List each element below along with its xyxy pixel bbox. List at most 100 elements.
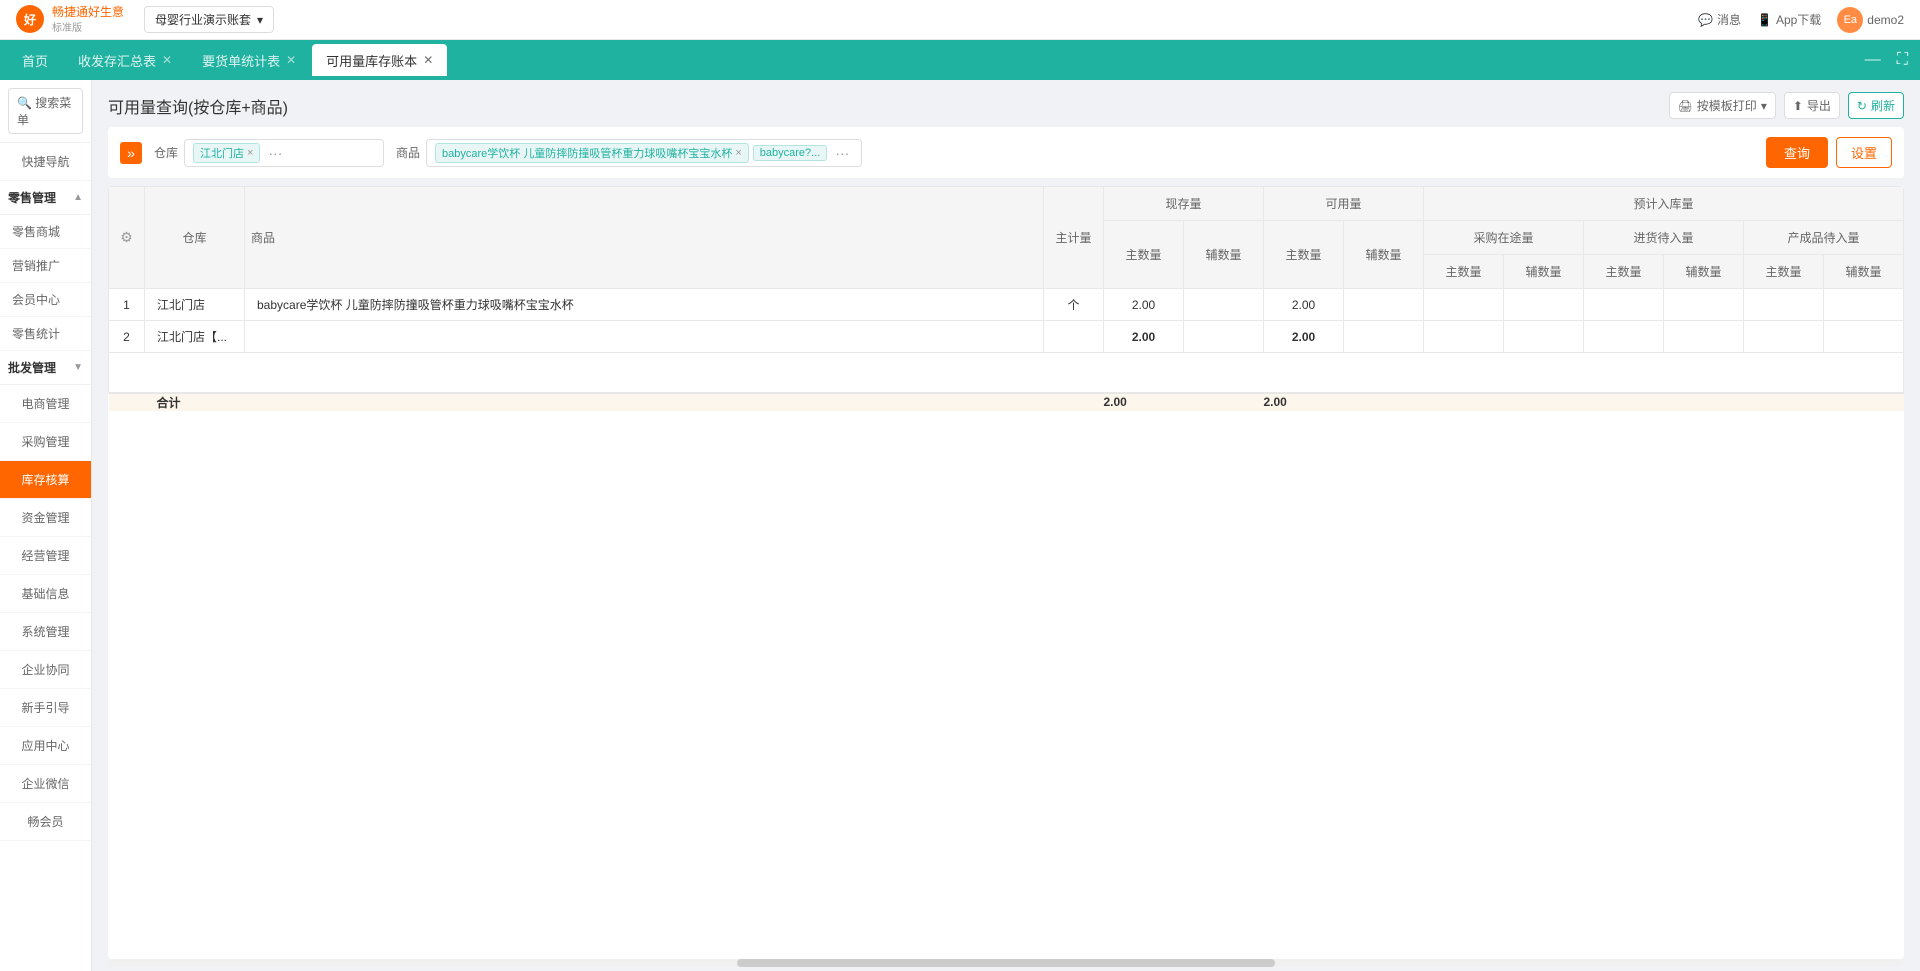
settings-button[interactable]: 设置 <box>1836 137 1892 168</box>
sidebar-item-quick-nav[interactable]: 快捷导航 <box>0 143 91 181</box>
page-actions: 🖨 按模板打印 ▾ ⬆ 导出 ↻ 刷新 <box>1669 92 1904 119</box>
th-avail-main-qty-label: 主数量 <box>1285 248 1321 262</box>
sidebar-item-ops-mgmt-label: 经营管理 <box>21 549 69 563</box>
scrollbar-thumb[interactable] <box>737 959 1276 967</box>
main-layout: 🔍 搜索菜单 快捷导航 零售管理 ▲ 零售商城 营销推广 会员中心 零售统计 批… <box>0 80 1920 971</box>
table-footer-row: 合计 2.00 2.00 <box>109 393 1904 411</box>
tab-home[interactable]: 首页 <box>8 44 62 76</box>
sidebar-item-finance-mgmt[interactable]: 资金管理 <box>0 499 91 537</box>
td-footer-stock-main: 2.00 <box>1104 393 1184 411</box>
logo-icon: 好 <box>16 5 44 33</box>
th-inbound-aux-qty-label: 辅数量 <box>1685 265 1721 279</box>
logo-sub: 标准版 <box>52 19 124 34</box>
sidebar-item-finance-mgmt-label: 资金管理 <box>21 511 69 525</box>
sidebar-item-wholesale-mgmt[interactable]: 批发管理 ▼ <box>0 351 91 385</box>
th-planned-inbound: 预计入库量 <box>1424 187 1904 221</box>
td-avail-aux-1 <box>1344 289 1424 321</box>
td-purchase-main-2 <box>1424 321 1504 353</box>
th-purchase-in-transit-label: 采购在途量 <box>1473 231 1533 245</box>
sidebar-item-basic-info[interactable]: 基础信息 <box>0 575 91 613</box>
sidebar-item-retail-mgmt[interactable]: 零售管理 ▲ <box>0 181 91 215</box>
tab-available-inventory[interactable]: 可用量库存账本 ✕ <box>312 44 447 76</box>
td-inbound-aux-2 <box>1664 321 1744 353</box>
warehouse-filter-dots[interactable]: ··· <box>264 145 286 161</box>
refresh-icon: ↻ <box>1857 99 1867 113</box>
sidebar-item-member-label: 畅会员 <box>27 815 63 829</box>
query-button[interactable]: 查询 <box>1766 137 1828 168</box>
print-icon: 🖨 <box>1678 99 1693 113</box>
th-setting: ⚙ <box>109 187 145 289</box>
industry-select[interactable]: 母婴行业演示账套 ▾ <box>144 6 274 33</box>
th-avail-aux-qty-label: 辅数量 <box>1365 248 1401 262</box>
tab-order-summary[interactable]: 要货单统计表 ✕ <box>188 44 310 76</box>
sidebar-item-inventory-check[interactable]: 库存核算 <box>0 461 91 499</box>
product-tag-babycare-close[interactable]: × <box>735 147 741 159</box>
sidebar-item-retail-mall[interactable]: 零售商城 <box>0 215 91 249</box>
th-purchase-aux-qty-label: 辅数量 <box>1525 265 1561 279</box>
app-download-button[interactable]: 📱 App下载 <box>1757 11 1821 28</box>
sidebar-item-new-guide[interactable]: 新手引导 <box>0 689 91 727</box>
message-button[interactable]: 💬 消息 <box>1698 11 1741 28</box>
industry-select-label: 母婴行业演示账套 <box>155 11 251 28</box>
sidebar: 🔍 搜索菜单 快捷导航 零售管理 ▲ 零售商城 营销推广 会员中心 零售统计 批… <box>0 80 92 971</box>
td-avail-aux-2 <box>1344 321 1424 353</box>
top-center: 母婴行业演示账套 ▾ <box>124 6 1698 33</box>
product-tag-babycare: babycare学饮杯 儿童防摔防撞吸管杯重力球吸嘴杯宝宝水杯 × <box>435 143 749 163</box>
page-title: 可用量查询(按仓库+商品) <box>108 94 288 118</box>
th-product: 商品 <box>245 187 1044 289</box>
sidebar-item-purchase-mgmt[interactable]: 采购管理 <box>0 423 91 461</box>
sidebar-item-ecommerce-mgmt[interactable]: 电商管理 <box>0 385 91 423</box>
product-filter-group: 商品 babycare学饮杯 儿童防摔防撞吸管杯重力球吸嘴杯宝宝水杯 × bab… <box>396 139 862 167</box>
product-filter-input[interactable]: babycare学饮杯 儿童防摔防撞吸管杯重力球吸嘴杯宝宝水杯 × babyca… <box>426 139 862 167</box>
sidebar-item-system-mgmt[interactable]: 系统管理 <box>0 613 91 651</box>
th-main-unit-label: 主计量 <box>1055 231 1091 245</box>
tab-home-label: 首页 <box>22 51 48 70</box>
sidebar-item-purchase-mgmt-label: 采购管理 <box>21 435 69 449</box>
th-product-pending: 产成品待入量 <box>1744 221 1904 255</box>
print-button[interactable]: 🖨 按模板打印 ▾ <box>1669 92 1776 119</box>
td-product-1: babycare学饮杯 儿童防摔防撞吸管杯重力球吸嘴杯宝宝水杯 <box>245 289 1044 321</box>
warehouse-filter-label: 仓库 <box>154 144 178 161</box>
sidebar-item-enterprise-collab[interactable]: 企业协同 <box>0 651 91 689</box>
sidebar-item-member[interactable]: 畅会员 <box>0 803 91 841</box>
tab-available-inventory-close[interactable]: ✕ <box>423 53 433 67</box>
user-menu[interactable]: Ea demo2 <box>1837 7 1904 33</box>
sidebar-item-marketing[interactable]: 营销推广 <box>0 249 91 283</box>
warehouse-filter-input[interactable]: 江北门店 × ··· <box>184 139 384 167</box>
tab-expand-button[interactable]: ⛶ <box>1893 47 1912 73</box>
warehouse-tag-close[interactable]: × <box>247 147 253 159</box>
th-product-label: 商品 <box>251 231 275 245</box>
chevron-down-icon: ▾ <box>257 13 263 27</box>
horizontal-scrollbar[interactable] <box>108 959 1904 967</box>
sidebar-item-app-center[interactable]: 应用中心 <box>0 727 91 765</box>
sidebar-item-enterprise-wechat-label: 企业微信 <box>21 777 69 791</box>
sidebar-item-enterprise-wechat[interactable]: 企业微信 <box>0 765 91 803</box>
sidebar-item-member-center[interactable]: 会员中心 <box>0 283 91 317</box>
export-button[interactable]: ⬆ 导出 <box>1784 92 1840 119</box>
expand-button[interactable]: » <box>120 142 142 164</box>
td-footer-product-aux <box>1824 393 1904 411</box>
tab-order-summary-close[interactable]: ✕ <box>286 53 296 67</box>
td-row-num-2: 2 <box>109 321 145 353</box>
th-inbound-aux-qty: 辅数量 <box>1664 255 1744 289</box>
sidebar-item-retail-stats[interactable]: 零售统计 <box>0 317 91 351</box>
tab-minimize-button[interactable]: — <box>1861 47 1885 73</box>
filter-bar: » 仓库 江北门店 × ··· 商品 babycare学饮杯 儿童防摔防撞吸管杯… <box>108 127 1904 178</box>
th-inbound-main-qty: 主数量 <box>1584 255 1664 289</box>
table-settings-icon[interactable]: ⚙ <box>120 229 133 245</box>
sidebar-item-ops-mgmt[interactable]: 经营管理 <box>0 537 91 575</box>
refresh-button[interactable]: ↻ 刷新 <box>1848 92 1904 119</box>
sidebar-item-system-mgmt-label: 系统管理 <box>21 625 69 639</box>
tab-receipt-summary-close[interactable]: ✕ <box>162 53 172 67</box>
th-avail-main-qty: 主数量 <box>1264 221 1344 289</box>
sidebar-item-marketing-label: 营销推广 <box>12 259 60 273</box>
th-purchase-aux-qty: 辅数量 <box>1504 255 1584 289</box>
logo-area: 好 畅捷通好生意 标准版 <box>16 5 124 34</box>
td-purchase-aux-2 <box>1504 321 1584 353</box>
product-filter-dots[interactable]: ··· <box>831 145 853 161</box>
sidebar-search-button[interactable]: 🔍 搜索菜单 <box>8 88 83 134</box>
tab-receipt-summary[interactable]: 收发存汇总表 ✕ <box>64 44 186 76</box>
tab-bar: 首页 收发存汇总表 ✕ 要货单统计表 ✕ 可用量库存账本 ✕ — ⛶ <box>0 40 1920 80</box>
td-footer-product-main <box>1744 393 1824 411</box>
tab-bar-right: — ⛶ <box>1861 47 1912 73</box>
